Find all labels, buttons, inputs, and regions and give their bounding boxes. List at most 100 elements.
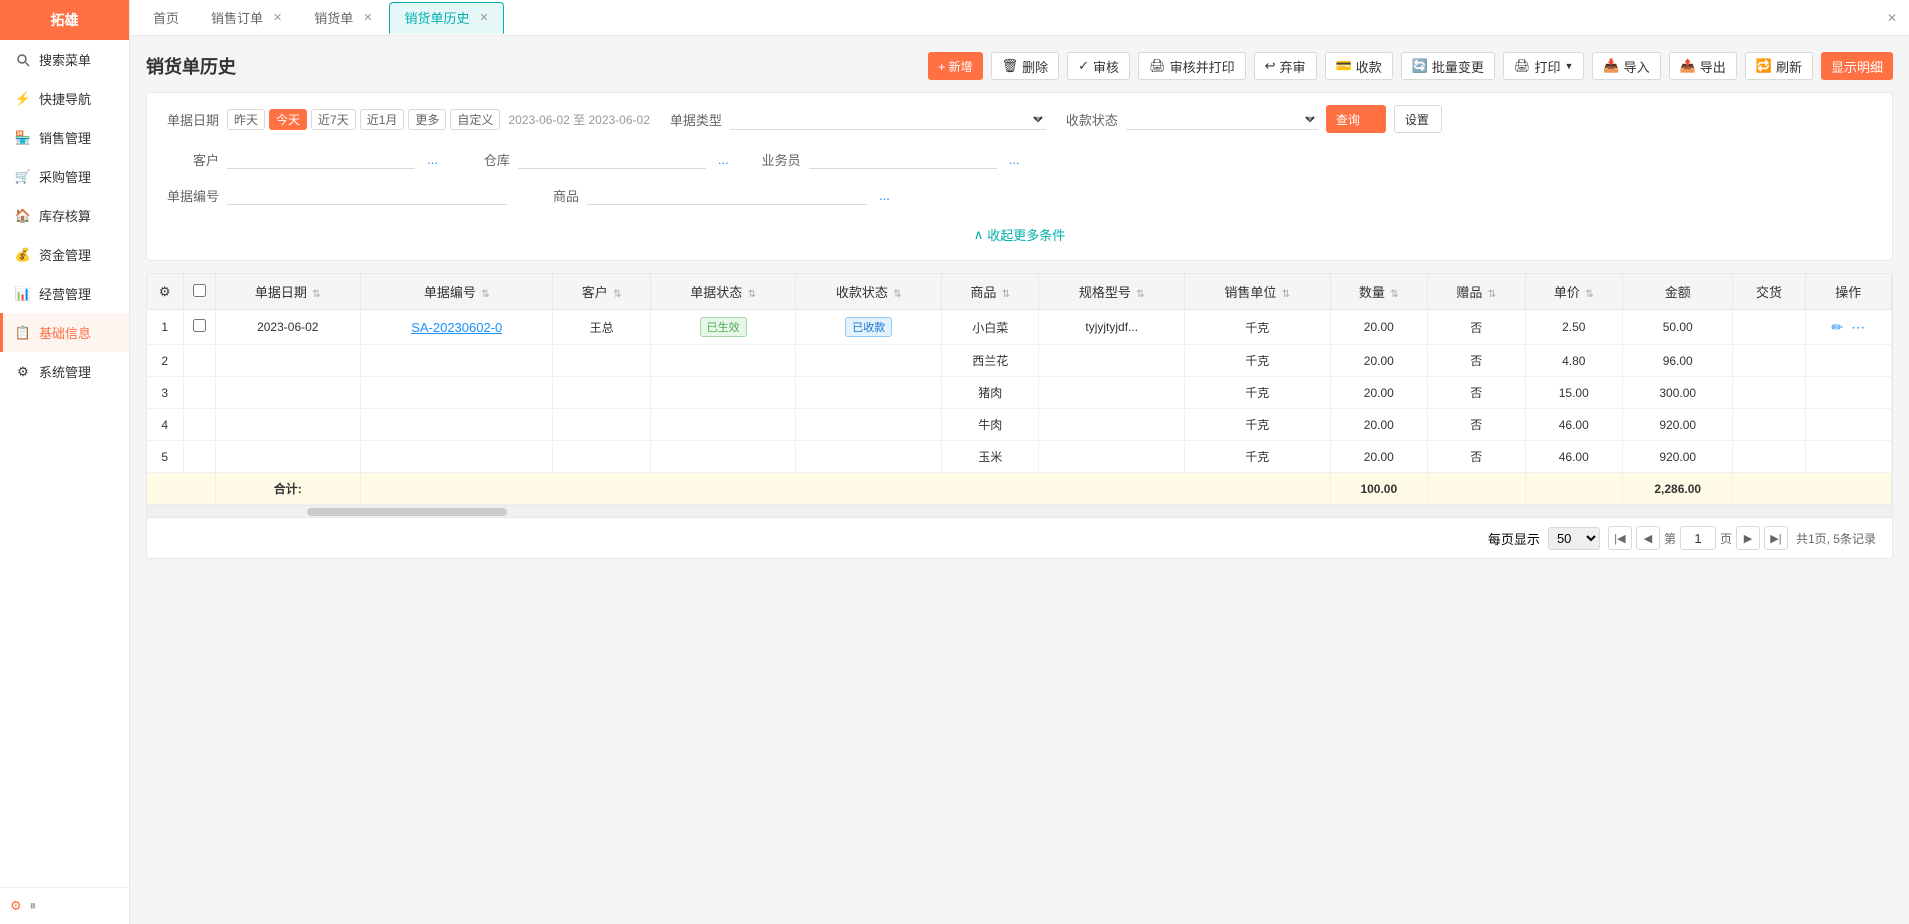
refresh-button[interactable]: 🔁 刷新 bbox=[1745, 52, 1813, 80]
doc-no-link-1[interactable]: SA-20230602-0 bbox=[411, 320, 502, 335]
audit-print-button[interactable]: 🖨 审核并打印 bbox=[1138, 52, 1246, 80]
table-body: 1 2023-06-02 SA-20230602-0 王总 已生效 已收款 小白… bbox=[147, 310, 1892, 505]
tab-home[interactable]: 首页 bbox=[138, 2, 194, 34]
abandon-button[interactable]: ↩ 弃审 bbox=[1254, 52, 1317, 80]
warehouse-input[interactable] bbox=[518, 149, 706, 169]
goods-input[interactable] bbox=[587, 185, 867, 205]
sidebar-item-basic-info[interactable]: 📋 基础信息 bbox=[0, 313, 129, 352]
filter-doc-no-item: 单据编号 bbox=[163, 185, 507, 205]
table-row: 2 西兰花 千克 20.00 否 bbox=[147, 345, 1892, 377]
tab-sales-order-close[interactable]: ✕ bbox=[273, 11, 282, 24]
table-footer: 每页显示 50 100 200 |◀ ◀ 第 页 ▶ ▶| bbox=[147, 517, 1892, 558]
row-doc-no-4 bbox=[361, 409, 553, 441]
content-wrapper: 销货单历史 + 新增 🗑 删除 ✓ 审核 🖨 审核并打印 bbox=[130, 36, 1909, 924]
th-goods[interactable]: 商品 ⇅ bbox=[941, 274, 1038, 310]
show-detail-button[interactable]: 显示明细 bbox=[1821, 52, 1893, 80]
th-doc-no[interactable]: 单据编号 ⇅ bbox=[361, 274, 553, 310]
date-btn-yesterday[interactable]: 昨天 bbox=[227, 109, 265, 130]
doc-no-input[interactable] bbox=[227, 185, 507, 205]
audit-icon: ✓ bbox=[1078, 58, 1089, 74]
th-gear[interactable]: ⚙ bbox=[147, 274, 183, 310]
warehouse-more-icon[interactable]: ... bbox=[718, 152, 729, 167]
page-number-input[interactable] bbox=[1680, 526, 1716, 550]
select-all-checkbox[interactable] bbox=[193, 284, 206, 297]
row-action-1: ✏ ⋯ bbox=[1805, 310, 1892, 345]
prev-page-button[interactable]: ◀ bbox=[1636, 526, 1660, 550]
th-price[interactable]: 单价 ⇅ bbox=[1525, 274, 1622, 310]
date-btn-7days[interactable]: 近7天 bbox=[311, 109, 356, 130]
row-date-3 bbox=[215, 377, 361, 409]
sidebar-gear-icon[interactable]: ⚙ bbox=[10, 898, 22, 914]
sidebar-item-search-menu[interactable]: 搜索菜单 bbox=[0, 40, 129, 79]
tab-sales-history-close[interactable]: ✕ bbox=[480, 11, 489, 24]
th-date-label: 单据日期 bbox=[255, 285, 307, 300]
th-doc-status[interactable]: 单据状态 ⇅ bbox=[650, 274, 796, 310]
audit-button[interactable]: ✓ 审核 bbox=[1067, 52, 1130, 80]
page-title: 销货单历史 bbox=[146, 53, 928, 79]
customer-more-icon[interactable]: ... bbox=[427, 152, 438, 167]
settings-button[interactable]: 设置 bbox=[1394, 105, 1442, 133]
th-goods-label: 商品 bbox=[970, 285, 996, 300]
sidebar-item-purchase-mgmt[interactable]: 🛒 采购管理 bbox=[0, 157, 129, 196]
tab-sales-order[interactable]: 销售订单 ✕ bbox=[196, 2, 297, 34]
salesperson-more-icon[interactable]: ... bbox=[1009, 152, 1020, 167]
date-btn-custom[interactable]: 自定义 bbox=[450, 109, 500, 130]
date-btn-today[interactable]: 今天 bbox=[269, 109, 307, 130]
last-page-button[interactable]: ▶| bbox=[1764, 526, 1788, 550]
sidebar-item-finance-mgmt[interactable]: 💰 资金管理 bbox=[0, 235, 129, 274]
sidebar-item-quick-nav[interactable]: ⚡ 快捷导航 bbox=[0, 79, 129, 118]
refresh-label: 刷新 bbox=[1776, 57, 1802, 76]
tab-sales-history[interactable]: 销货单历史 ✕ bbox=[389, 2, 503, 34]
batch-change-button[interactable]: 🔄 批量变更 bbox=[1401, 52, 1495, 80]
row-num-3: 3 bbox=[147, 377, 183, 409]
query-button[interactable]: 查询 bbox=[1326, 105, 1386, 133]
edit-icon-1[interactable]: ✏ bbox=[1831, 319, 1843, 336]
export-button[interactable]: 📤 导出 bbox=[1669, 52, 1737, 80]
sidebar-item-system-mgmt[interactable]: ⚙ 系统管理 bbox=[0, 352, 129, 391]
row-price-4: 46.00 bbox=[1525, 409, 1622, 441]
new-button[interactable]: + 新增 bbox=[928, 52, 982, 80]
th-gift[interactable]: 赠品 ⇅ bbox=[1428, 274, 1525, 310]
row-1-checkbox[interactable] bbox=[193, 319, 206, 332]
page-size-select[interactable]: 50 100 200 bbox=[1548, 527, 1600, 550]
sidebar-logo: 拓雄 bbox=[0, 0, 129, 40]
more-action-icon-1[interactable]: ⋯ bbox=[1851, 319, 1865, 336]
date-btn-more[interactable]: 更多 bbox=[408, 109, 446, 130]
collect-status-select[interactable] bbox=[1126, 108, 1318, 130]
tab-sales-goods-label: 销货单 bbox=[314, 8, 353, 27]
delete-button[interactable]: 🗑 删除 bbox=[991, 52, 1060, 80]
th-action-label: 操作 bbox=[1835, 285, 1861, 300]
tab-sales-goods-close[interactable]: ✕ bbox=[363, 11, 372, 24]
sidebar-item-operation-mgmt[interactable]: 📊 经营管理 bbox=[0, 274, 129, 313]
th-qty[interactable]: 数量 ⇅ bbox=[1330, 274, 1427, 310]
table-header: ⚙ 单据日期 ⇅ 单据编号 bbox=[147, 274, 1892, 310]
th-spec[interactable]: 规格型号 ⇅ bbox=[1039, 274, 1185, 310]
th-customer[interactable]: 客户 ⇅ bbox=[553, 274, 650, 310]
first-page-button[interactable]: |◀ bbox=[1608, 526, 1632, 550]
print-button[interactable]: 🖨 打印 ▼ bbox=[1503, 52, 1584, 80]
salesperson-input[interactable] bbox=[809, 149, 997, 169]
sidebar-item-sales-mgmt[interactable]: 🏪 销售管理 bbox=[0, 118, 129, 157]
gear-settings-icon[interactable]: ⚙ bbox=[159, 284, 171, 299]
row-gift-1: 否 bbox=[1428, 310, 1525, 345]
close-all-tabs[interactable]: ✕ bbox=[1883, 7, 1901, 29]
collapse-button[interactable]: ∧ 收起更多条件 bbox=[974, 221, 1066, 248]
doc-status-badge-1: 已生效 bbox=[700, 317, 747, 337]
collect-button[interactable]: 💳 收款 bbox=[1325, 52, 1393, 80]
row-gift-5: 否 bbox=[1428, 441, 1525, 473]
th-collect-status-label: 收款状态 bbox=[836, 285, 888, 300]
date-btn-1month[interactable]: 近1月 bbox=[360, 109, 405, 130]
doc-type-select[interactable] bbox=[730, 108, 1046, 130]
total-records-info: 共1页, 5条记录 bbox=[1796, 530, 1876, 547]
goods-more-icon[interactable]: ... bbox=[879, 188, 890, 203]
sidebar-pause-icon[interactable]: ⏸ bbox=[30, 898, 37, 914]
sort-spec-icon: ⇅ bbox=[1136, 289, 1144, 300]
sidebar-item-inventory[interactable]: 🏠 库存核算 bbox=[0, 196, 129, 235]
th-unit[interactable]: 销售单位 ⇅ bbox=[1185, 274, 1331, 310]
th-collect-status[interactable]: 收款状态 ⇅ bbox=[796, 274, 942, 310]
import-button[interactable]: 📥 导入 bbox=[1592, 52, 1660, 80]
customer-input[interactable] bbox=[227, 149, 415, 169]
next-page-button[interactable]: ▶ bbox=[1736, 526, 1760, 550]
th-date[interactable]: 单据日期 ⇅ bbox=[215, 274, 361, 310]
tab-sales-goods[interactable]: 销货单 ✕ bbox=[299, 2, 387, 34]
